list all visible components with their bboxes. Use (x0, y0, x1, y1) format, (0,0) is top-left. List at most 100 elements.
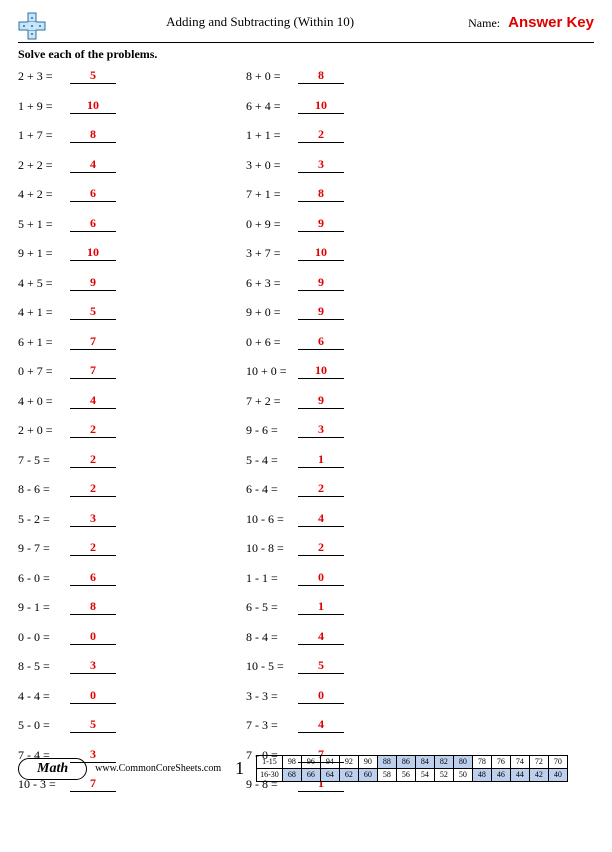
answer-blank: 7 (70, 334, 116, 350)
problem-expression: 9 - 7 = (18, 541, 68, 556)
score-cell: 64 (320, 769, 339, 782)
problem-expression: 0 + 7 = (18, 364, 68, 379)
answer-blank: 2 (70, 481, 116, 497)
problem-row: 7 + 2 =9 (246, 393, 344, 409)
problem-row: 1 + 9 =10 (18, 98, 116, 114)
footer: Math www.CommonCoreSheets.com 1 1-159896… (18, 755, 594, 782)
answer-blank: 3 (70, 511, 116, 527)
answer-blank: 5 (70, 717, 116, 733)
problem-expression: 1 + 7 = (18, 128, 68, 143)
problem-row: 6 - 5 =1 (246, 599, 344, 615)
problem-expression: 5 - 4 = (246, 453, 296, 468)
score-cell: 94 (320, 756, 339, 769)
problem-row: 6 + 3 =9 (246, 275, 344, 291)
score-cell: 44 (510, 769, 529, 782)
answer-blank: 4 (298, 717, 344, 733)
answer-blank: 2 (70, 452, 116, 468)
page-number: 1 (235, 758, 244, 779)
problem-expression: 6 + 4 = (246, 99, 296, 114)
problem-expression: 10 - 8 = (246, 541, 296, 556)
answer-blank: 0 (70, 629, 116, 645)
problem-expression: 2 + 0 = (18, 423, 68, 438)
score-cell: 70 (548, 756, 567, 769)
score-cell: 82 (434, 756, 453, 769)
score-cell: 96 (301, 756, 320, 769)
problem-expression: 0 + 6 = (246, 335, 296, 350)
problem-row: 1 + 1 =2 (246, 127, 344, 143)
score-cell: 92 (339, 756, 358, 769)
problem-expression: 4 - 4 = (18, 689, 68, 704)
problem-expression: 2 + 3 = (18, 69, 68, 84)
score-cell: 98 (282, 756, 301, 769)
problem-expression: 9 + 0 = (246, 305, 296, 320)
problem-row: 8 + 0 =8 (246, 68, 344, 84)
answer-blank: 8 (70, 127, 116, 143)
problem-row: 0 + 6 =6 (246, 334, 344, 350)
problem-expression: 0 + 9 = (246, 217, 296, 232)
score-cell: 48 (472, 769, 491, 782)
answer-blank: 5 (70, 304, 116, 320)
problem-expression: 8 + 0 = (246, 69, 296, 84)
problem-expression: 10 - 6 = (246, 512, 296, 527)
problem-row: 3 - 3 =0 (246, 688, 344, 704)
problems-column-left: 2 + 3 =51 + 9 =101 + 7 =82 + 2 =44 + 2 =… (18, 68, 116, 792)
score-cell: 86 (396, 756, 415, 769)
problem-row: 9 - 7 =2 (18, 540, 116, 556)
problem-row: 4 - 4 =0 (18, 688, 116, 704)
problem-expression: 6 - 0 = (18, 571, 68, 586)
answer-blank: 8 (70, 599, 116, 615)
answer-blank: 4 (298, 511, 344, 527)
score-cell: 78 (472, 756, 491, 769)
answer-blank: 2 (70, 422, 116, 438)
problem-row: 5 - 0 =5 (18, 717, 116, 733)
answer-blank: 9 (70, 275, 116, 291)
problem-row: 4 + 1 =5 (18, 304, 116, 320)
problem-expression: 3 - 3 = (246, 689, 296, 704)
problem-row: 1 - 1 =0 (246, 570, 344, 586)
answer-blank: 8 (298, 68, 344, 84)
problem-expression: 4 + 5 = (18, 276, 68, 291)
score-cell: 40 (548, 769, 567, 782)
score-cell: 62 (339, 769, 358, 782)
score-cell: 54 (415, 769, 434, 782)
problem-expression: 1 - 1 = (246, 571, 296, 586)
answer-blank: 2 (298, 481, 344, 497)
answer-key-label: Answer Key (508, 14, 594, 31)
answer-blank: 6 (298, 334, 344, 350)
problem-row: 3 + 0 =3 (246, 157, 344, 173)
problem-expression: 5 - 0 = (18, 718, 68, 733)
problem-row: 9 - 6 =3 (246, 422, 344, 438)
problems-column-right: 8 + 0 =86 + 4 =101 + 1 =23 + 0 =37 + 1 =… (246, 68, 344, 792)
problem-row: 7 - 3 =4 (246, 717, 344, 733)
site-url: www.CommonCoreSheets.com (95, 763, 221, 774)
answer-blank: 6 (70, 186, 116, 202)
answer-blank: 10 (298, 245, 344, 261)
answer-blank: 10 (298, 363, 344, 379)
problem-expression: 7 + 1 = (246, 187, 296, 202)
answer-blank: 9 (298, 275, 344, 291)
answer-blank: 10 (70, 98, 116, 114)
answer-blank: 1 (298, 452, 344, 468)
problem-row: 10 - 8 =2 (246, 540, 344, 556)
problem-row: 6 + 4 =10 (246, 98, 344, 114)
problem-expression: 3 + 7 = (246, 246, 296, 261)
score-grid: 1-1598969492908886848280787674727016-306… (256, 755, 568, 782)
problem-expression: 8 - 4 = (246, 630, 296, 645)
score-row-label: 1-15 (257, 756, 283, 769)
problem-row: 5 - 2 =3 (18, 511, 116, 527)
problem-row: 6 + 1 =7 (18, 334, 116, 350)
answer-blank: 4 (70, 393, 116, 409)
problem-expression: 4 + 2 = (18, 187, 68, 202)
problem-row: 10 - 6 =4 (246, 511, 344, 527)
score-cell: 90 (358, 756, 377, 769)
score-cell: 80 (453, 756, 472, 769)
problem-expression: 10 - 5 = (246, 659, 296, 674)
answer-blank: 9 (298, 216, 344, 232)
problem-expression: 8 - 5 = (18, 659, 68, 674)
problem-row: 10 - 5 =5 (246, 658, 344, 674)
problem-expression: 1 + 9 = (18, 99, 68, 114)
problem-row: 0 + 9 =9 (246, 216, 344, 232)
problem-row: 8 - 4 =4 (246, 629, 344, 645)
answer-blank: 5 (298, 658, 344, 674)
header: Adding and Subtracting (Within 10) Name:… (18, 12, 594, 43)
